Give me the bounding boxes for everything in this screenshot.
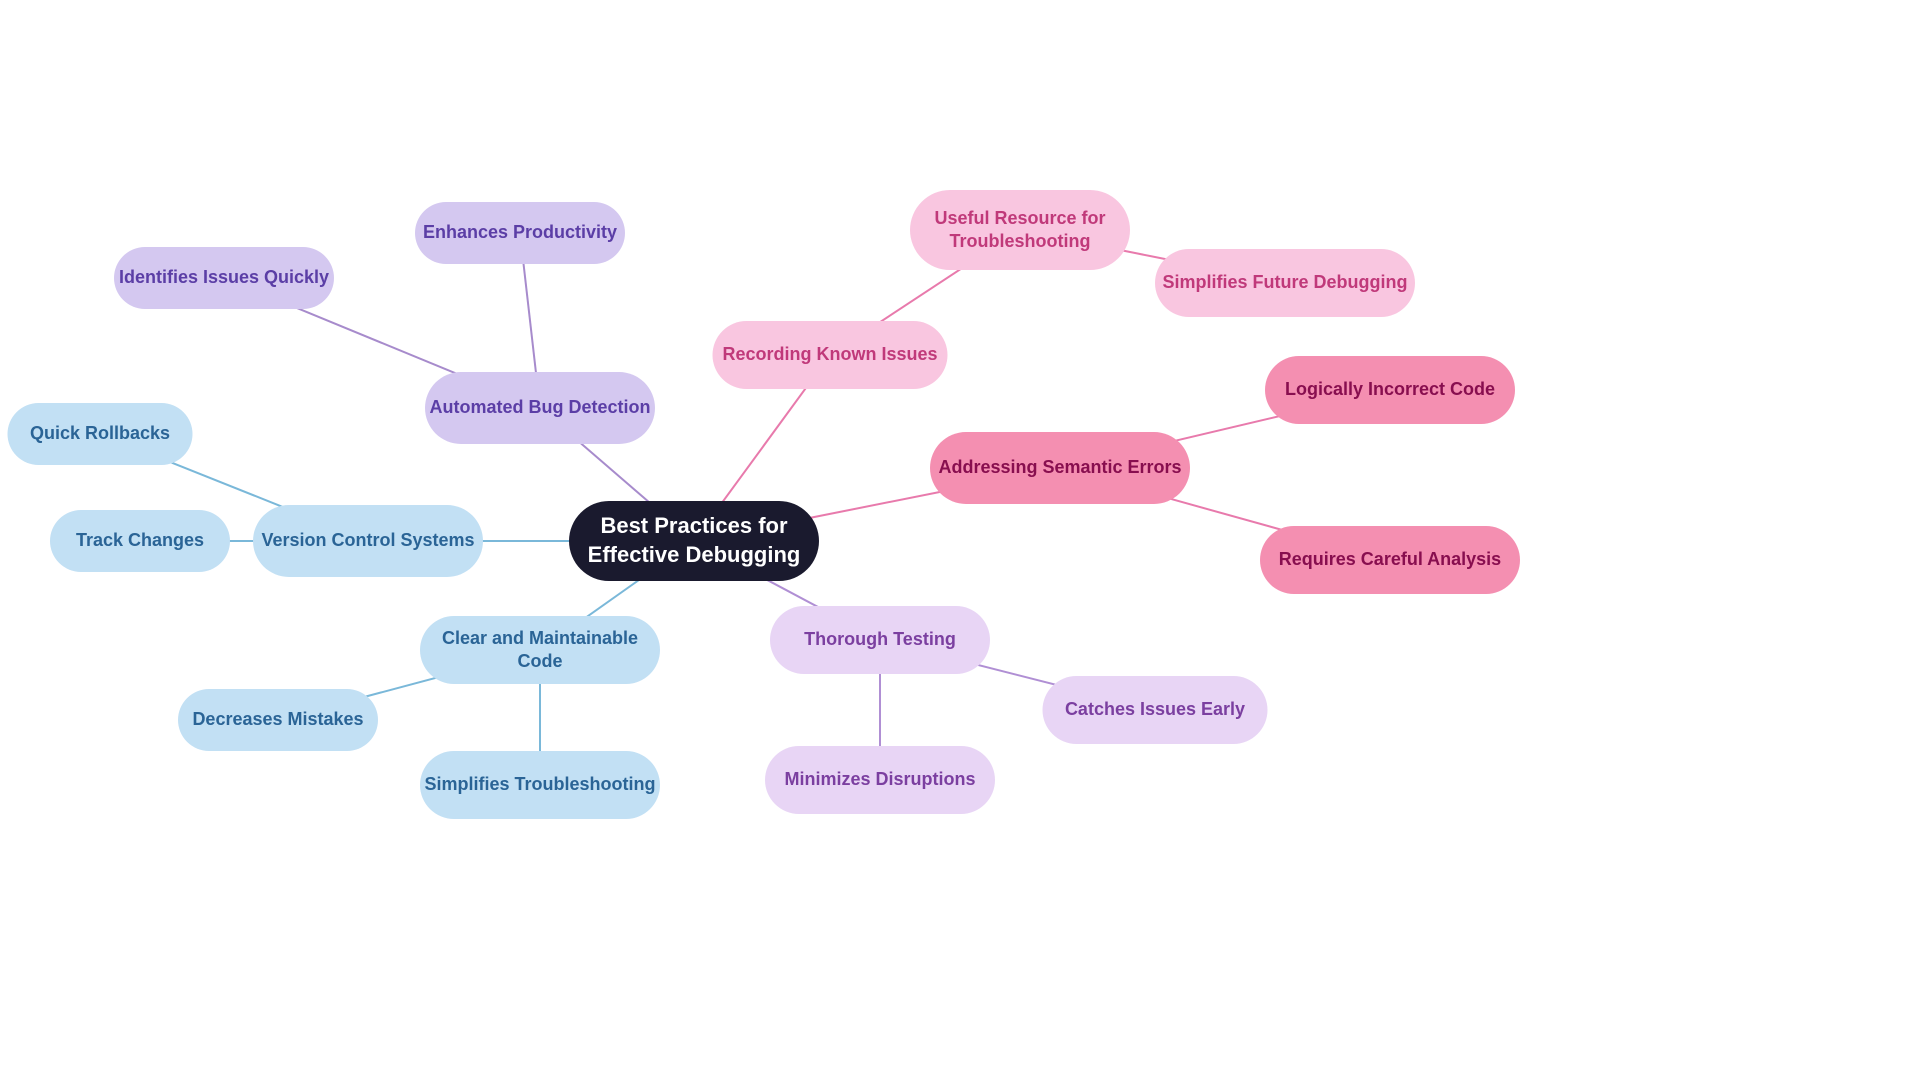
quick-rollbacks-node: Quick Rollbacks [8, 403, 193, 465]
minimizes-disruptions-node: Minimizes Disruptions [765, 746, 995, 814]
recording-known-issues-node: Recording Known Issues [713, 321, 948, 389]
logically-incorrect-code-node: Logically Incorrect Code [1265, 356, 1515, 424]
simplifies-future-debugging-node: Simplifies Future Debugging [1155, 249, 1415, 317]
clear-maintainable-code-node: Clear and Maintainable Code [420, 616, 660, 684]
catches-issues-early-node: Catches Issues Early [1043, 676, 1268, 744]
center-node: Best Practices for Effective Debugging [569, 501, 819, 581]
useful-resource-node: Useful Resource for Troubleshooting [910, 190, 1130, 270]
addressing-semantic-errors-node: Addressing Semantic Errors [930, 432, 1190, 504]
track-changes-node: Track Changes [50, 510, 230, 572]
decreases-mistakes-node: Decreases Mistakes [178, 689, 378, 751]
mindmap-container: Best Practices for Effective Debugging A… [0, 0, 1920, 1083]
thorough-testing-node: Thorough Testing [770, 606, 990, 674]
simplifies-troubleshooting-node: Simplifies Troubleshooting [420, 751, 660, 819]
enhances-productivity-node: Enhances Productivity [415, 202, 625, 264]
automated-bug-detection-node: Automated Bug Detection [425, 372, 655, 444]
requires-careful-analysis-node: Requires Careful Analysis [1260, 526, 1520, 594]
identifies-issues-quickly-node: Identifies Issues Quickly [114, 247, 334, 309]
version-control-systems-node: Version Control Systems [253, 505, 483, 577]
